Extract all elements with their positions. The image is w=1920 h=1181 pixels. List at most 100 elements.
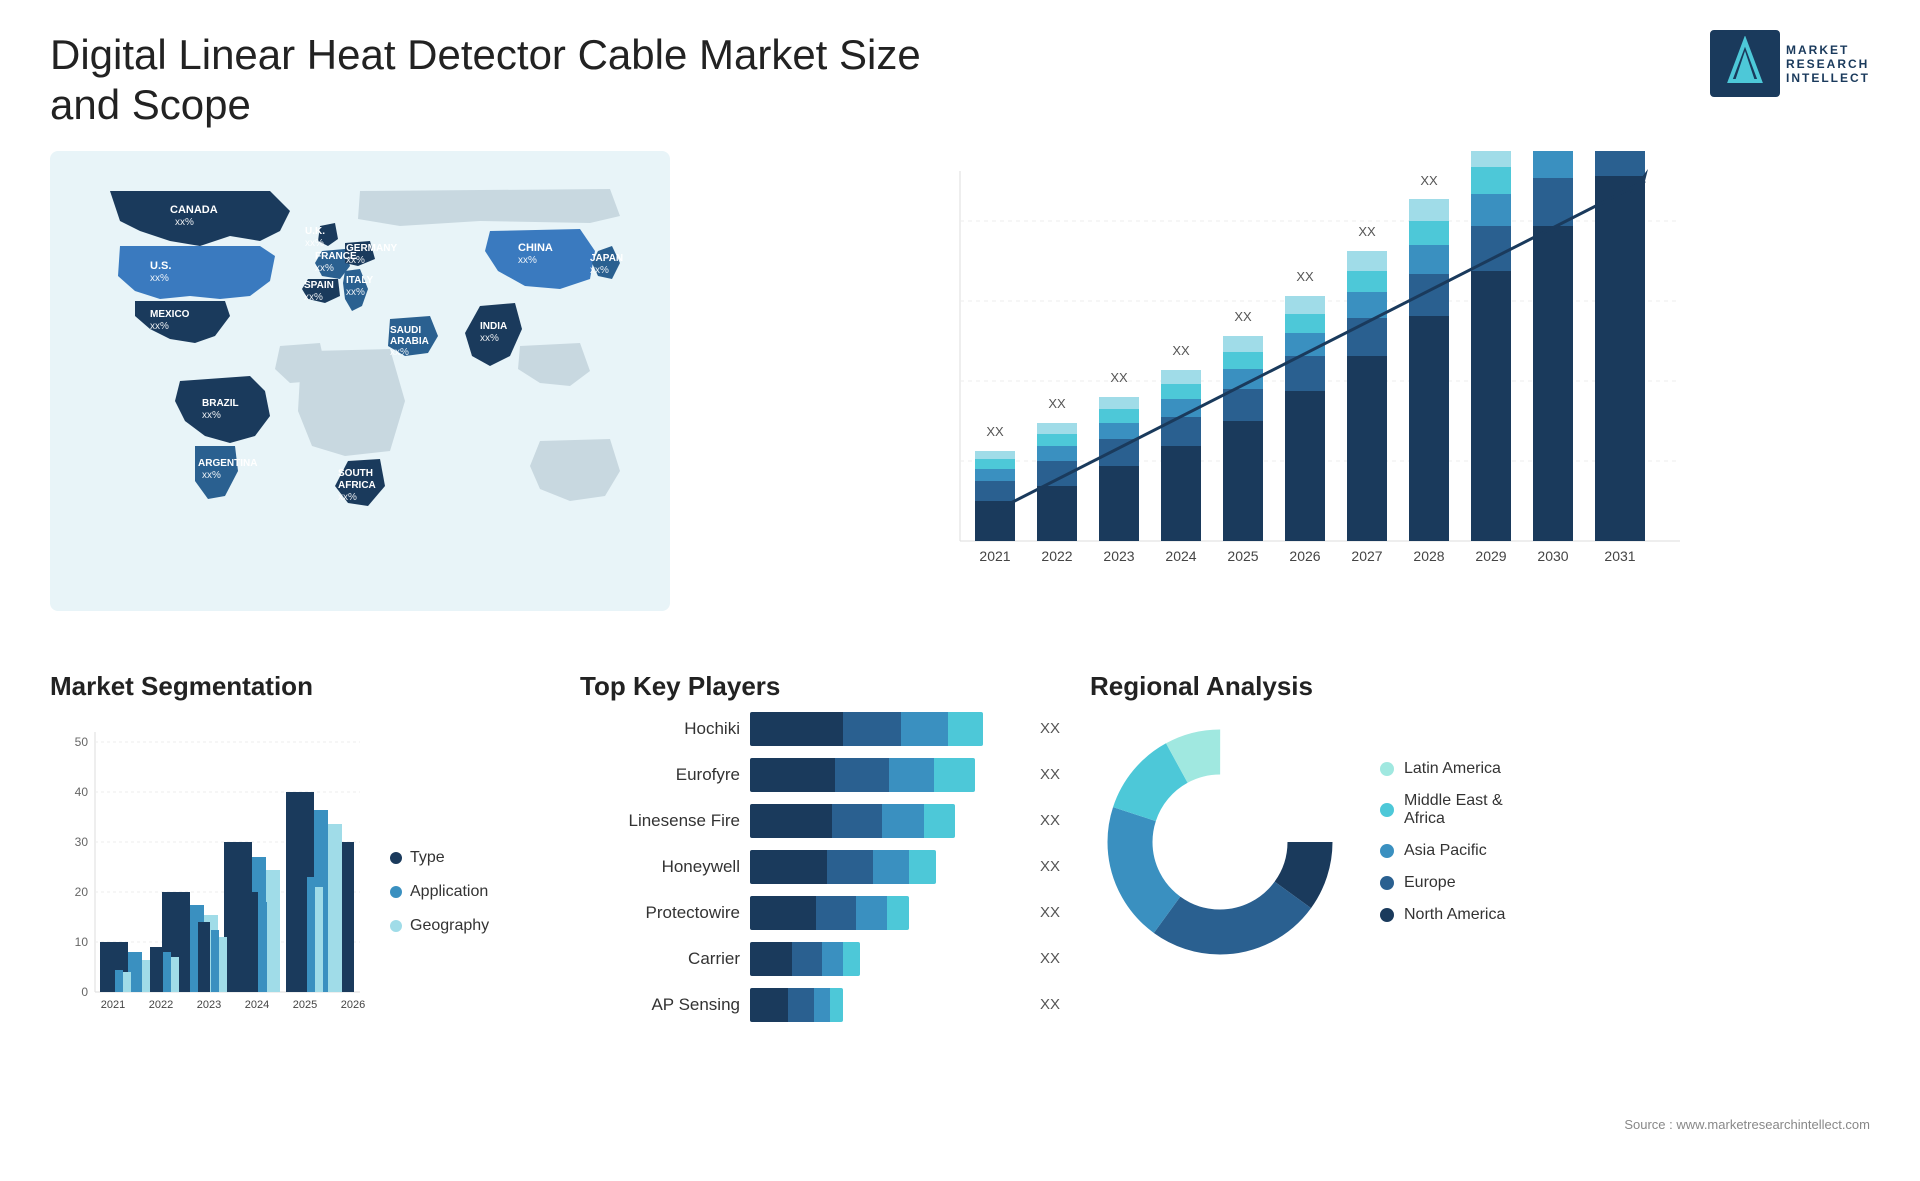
player-row-carrier: Carrier XX [580,942,1060,976]
logo-line2: RESEARCH [1786,57,1869,71]
bar-2025: XX [1223,309,1263,541]
logo-text: MARKET RESEARCH INTELLECT [1786,43,1870,85]
player-row-eurofyre: Eurofyre XX [580,758,1060,792]
svg-text:xx%: xx% [346,255,365,266]
page-title: Digital Linear Heat Detector Cable Marke… [50,30,950,131]
legend-mea: Middle East &Africa [1380,792,1505,828]
bar-2021: XX [975,424,1015,541]
segmentation-section: Market Segmentation 0 10 20 30 [50,671,550,1181]
donut-chart [1090,712,1350,972]
bottom-section: Market Segmentation 0 10 20 30 [0,661,1920,1181]
svg-text:xx%: xx% [390,347,409,358]
player-name-hochiki: Hochiki [580,719,740,739]
svg-text:XX: XX [986,424,1004,439]
svg-text:GERMANY: GERMANY [346,243,397,254]
player-bar-honeywell [750,850,1024,884]
svg-text:10: 10 [75,935,89,949]
player-value-honeywell: XX [1040,858,1060,875]
svg-text:INDIA: INDIA [480,321,507,332]
player-name-eurofyre: Eurofyre [580,765,740,785]
svg-text:xx%: xx% [202,410,221,421]
svg-text:2021: 2021 [101,999,125,1011]
player-bar-apsensing [750,988,1024,1022]
svg-text:2026: 2026 [1289,548,1320,564]
bar-2031: XX [1595,151,1645,541]
seg-legend: Type Application Geography [390,712,489,1032]
svg-text:2021: 2021 [979,548,1010,564]
africa-shape [298,349,405,456]
player-bar-protectowire [750,896,1024,930]
region-dot-mea [1380,803,1394,817]
growth-chart-section: XX XX XX [710,151,1870,661]
svg-text:40: 40 [75,785,89,799]
player-value-apsensing: XX [1040,996,1060,1013]
region-dot-ap [1380,844,1394,858]
player-row-protectowire: Protectowire XX [580,896,1060,930]
svg-text:xx%: xx% [150,273,169,284]
svg-text:2023: 2023 [1103,548,1134,564]
player-name-apsensing: AP Sensing [580,995,740,1015]
svg-text:2026: 2026 [341,999,365,1011]
player-value-eurofyre: XX [1040,766,1060,783]
svg-text:xx%: xx% [150,321,169,332]
us-label: U.S. [150,260,171,272]
player-row-apsensing: AP Sensing XX [580,988,1060,1022]
player-bar-hochiki [750,712,1024,746]
svg-text:XX: XX [1234,309,1252,324]
segmentation-title: Market Segmentation [50,671,550,702]
legend-geography: Geography [390,917,489,935]
svg-text:ARABIA: ARABIA [390,336,429,347]
legend-north-america: North America [1380,906,1505,924]
svg-text:BRAZIL: BRAZIL [202,398,239,409]
svg-text:xx%: xx% [202,470,221,481]
svg-text:50: 50 [75,735,89,749]
svg-text:20: 20 [75,885,89,899]
svg-text:XX: XX [1358,224,1376,239]
legend-type: Type [390,849,489,867]
legend-europe: Europe [1380,874,1505,892]
svg-text:2024: 2024 [245,999,269,1011]
regional-legend: Latin America Middle East &Africa Asia P… [1380,760,1505,924]
svg-text:XX: XX [1048,396,1066,411]
player-name-honeywell: Honeywell [580,857,740,877]
svg-text:30: 30 [75,835,89,849]
regional-content: Latin America Middle East &Africa Asia P… [1090,712,1870,972]
region-label-mea: Middle East &Africa [1404,792,1503,828]
donut-hole [1158,780,1282,904]
region-label-la: Latin America [1404,760,1501,778]
main-content: CANADA xx% U.S. xx% MEXICO xx% BRAZIL xx… [0,141,1920,661]
player-value-linesense: XX [1040,812,1060,829]
region-label-na: North America [1404,906,1505,924]
players-title: Top Key Players [580,671,1060,702]
player-value-carrier: XX [1040,950,1060,967]
svg-text:xx%: xx% [346,287,365,298]
player-row-hochiki: Hochiki XX [580,712,1060,746]
svg-text:ARGENTINA: ARGENTINA [198,458,257,469]
svg-text:SAUDI: SAUDI [390,325,421,336]
map-section: CANADA xx% U.S. xx% MEXICO xx% BRAZIL xx… [50,151,670,661]
legend-label-geography: Geography [410,917,489,935]
svg-text:ITALY: ITALY [346,275,374,286]
regional-section: Regional Analysis [1090,671,1870,1181]
header: Digital Linear Heat Detector Cable Marke… [0,0,1920,141]
bar-2027: XX [1347,224,1387,541]
bar-2026: XX [1285,269,1325,541]
svg-text:0: 0 [81,985,88,999]
svg-text:SOUTH: SOUTH [338,468,373,479]
bar-2028: XX [1409,173,1449,541]
players-section: Top Key Players Hochiki XX Eurofyre [580,671,1060,1181]
source-text: Source : www.marketresearchintellect.com [1624,1116,1870,1134]
svg-text:xx%: xx% [480,333,499,344]
svg-text:xx%: xx% [305,238,324,249]
legend-label-application: Application [410,883,488,901]
bar-2024: XX [1161,343,1201,541]
svg-text:SPAIN: SPAIN [304,280,334,291]
bar-2029: XX [1471,151,1511,541]
player-name-linesense: Linesense Fire [580,811,740,831]
segmentation-chart: 0 10 20 30 40 50 [50,712,370,1032]
growth-chart-svg: XX XX XX [730,151,1850,611]
player-name-protectowire: Protectowire [580,903,740,923]
logo-area: MARKET RESEARCH INTELLECT [1710,30,1870,97]
legend-latin-america: Latin America [1380,760,1505,778]
svg-text:2027: 2027 [1351,548,1382,564]
